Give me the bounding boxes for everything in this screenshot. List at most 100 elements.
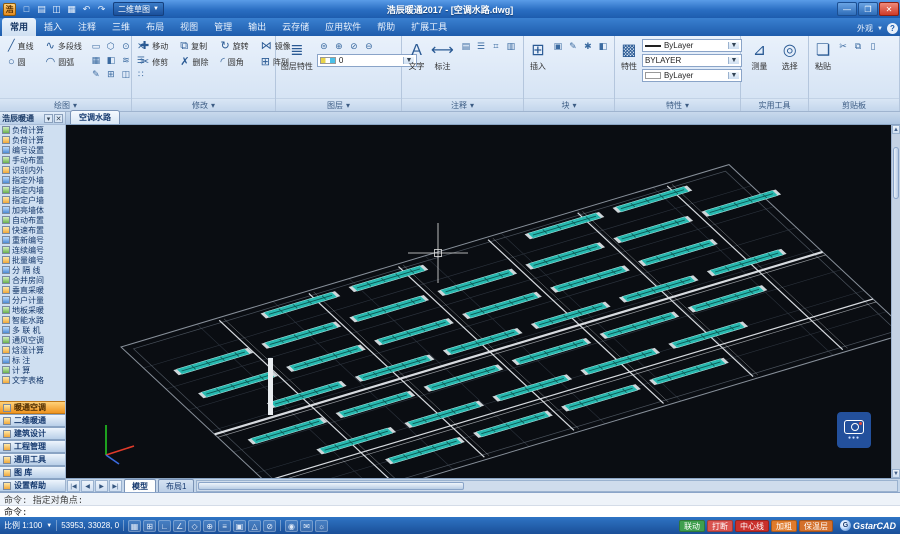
maximize-button[interactable]: ❐: [858, 2, 878, 16]
tool-icon[interactable]: ⊙: [119, 39, 133, 52]
tool-icon[interactable]: ⊘: [347, 39, 361, 52]
status-badge[interactable]: 保温层: [799, 520, 833, 532]
palette-item[interactable]: 分 隔 线: [0, 265, 65, 275]
lock-icon[interactable]: ⊘: [263, 520, 276, 532]
ribbon-panel-label[interactable]: 实用工具: [741, 98, 808, 111]
line-button[interactable]: ╱直线: [5, 39, 37, 54]
menu-tab[interactable]: 插入: [36, 18, 70, 36]
osnap-icon[interactable]: ◇: [188, 520, 201, 532]
open-icon[interactable]: ▤: [34, 2, 49, 16]
rotate-button[interactable]: ↻旋转: [217, 39, 251, 54]
tool-icon[interactable]: ⊕: [332, 39, 346, 52]
tool-icon[interactable]: ≋: [119, 53, 133, 66]
menu-tab[interactable]: 帮助: [369, 18, 403, 36]
save-icon[interactable]: ◫: [49, 2, 64, 16]
palette-item[interactable]: 识别内外: [0, 165, 65, 175]
palette-item[interactable]: 负荷计算: [0, 135, 65, 145]
properties-button[interactable]: ▩特性: [620, 39, 638, 74]
horizontal-scrollbar[interactable]: [196, 480, 898, 492]
tool-icon[interactable]: ✱: [581, 39, 595, 52]
menu-tab[interactable]: 视图: [172, 18, 206, 36]
palette-item[interactable]: 计 算: [0, 365, 65, 375]
move-button[interactable]: ✚移动: [137, 39, 171, 54]
tool-icon[interactable]: ⬡: [104, 39, 118, 52]
layout-nav-icon[interactable]: ▶|: [109, 480, 122, 492]
palette-item[interactable]: 多 联 机: [0, 325, 65, 335]
model-icon[interactable]: ▣: [233, 520, 246, 532]
cad-canvas-svg[interactable]: [66, 125, 891, 478]
polar-icon[interactable]: ∠: [173, 520, 186, 532]
arc-button[interactable]: ◠圆弧: [43, 55, 85, 70]
workspace-dropdown[interactable]: 二维草图 ▼: [113, 2, 164, 16]
tool-icon[interactable]: ▭: [89, 39, 103, 52]
ribbon-panel-label[interactable]: 特性▾: [615, 98, 740, 111]
palette-section[interactable]: 暖通空调: [0, 401, 65, 414]
menu-tab[interactable]: 常用: [2, 18, 36, 36]
tool-icon[interactable]: ⌗: [489, 39, 503, 52]
tool-icon[interactable]: ▦: [89, 53, 103, 66]
status-badge[interactable]: 打断: [707, 520, 733, 532]
sun-icon[interactable]: ☼: [315, 520, 328, 532]
ribbon-panel-label[interactable]: 图层▾: [276, 98, 401, 111]
tool-icon[interactable]: ▯: [866, 39, 880, 52]
palette-item[interactable]: 地板采暖: [0, 305, 65, 315]
layout-tab[interactable]: 布局1: [158, 479, 194, 493]
ribbon-panel-label[interactable]: 修改▾: [132, 98, 275, 111]
tool-icon[interactable]: ▤: [459, 39, 473, 52]
palette-item[interactable]: 指定外墙: [0, 175, 65, 185]
layout-nav-icon[interactable]: |◀: [67, 480, 80, 492]
palette-item[interactable]: 指定户墙: [0, 195, 65, 205]
menu-tab[interactable]: 三维: [104, 18, 138, 36]
appearance-menu[interactable]: 外观: [857, 23, 873, 34]
palette-item[interactable]: 重新编号: [0, 235, 65, 245]
tool-icon[interactable]: ✎: [89, 67, 103, 80]
layout-tab[interactable]: 模型: [124, 479, 156, 493]
lineweight-icon[interactable]: ≡: [218, 520, 231, 532]
dimension-button[interactable]: ⟷标注: [430, 39, 455, 74]
new-icon[interactable]: □: [19, 2, 34, 16]
drawing-canvas[interactable]: ●●●: [66, 125, 891, 478]
tool-icon[interactable]: ✎: [566, 39, 580, 52]
ortho-icon[interactable]: ∟: [158, 520, 171, 532]
tool-icon[interactable]: ⊜: [317, 39, 331, 52]
menu-tab[interactable]: 云存储: [274, 18, 317, 36]
scroll-up-icon[interactable]: ▲: [892, 125, 900, 134]
scale-indicator[interactable]: 比例 1:100: [4, 520, 42, 531]
fillet-button[interactable]: ◜圆角: [217, 55, 251, 70]
palette-item[interactable]: 智能水路: [0, 315, 65, 325]
vertical-scroll-track[interactable]: [892, 134, 900, 469]
palette-item[interactable]: 连续编号: [0, 245, 65, 255]
status-badge[interactable]: 联动: [679, 520, 705, 532]
tool-icon[interactable]: ⊖: [362, 39, 376, 52]
tool-icon[interactable]: ▥: [504, 39, 518, 52]
ribbon-panel-label[interactable]: 剪贴板: [809, 98, 899, 111]
tool-icon[interactable]: ◫: [119, 67, 133, 80]
tool-icon[interactable]: ⊞: [104, 67, 118, 80]
palette-item[interactable]: 自动布置: [0, 215, 65, 225]
grid-icon[interactable]: ⊞: [143, 520, 156, 532]
palette-item[interactable]: 手动布置: [0, 155, 65, 165]
app-icon[interactable]: 浩: [3, 3, 16, 16]
tool-icon[interactable]: ◧: [104, 53, 118, 66]
pin-icon[interactable]: ▾: [44, 114, 53, 123]
palette-section[interactable]: 二维暖通: [0, 414, 65, 427]
palette-item[interactable]: 快速布置: [0, 225, 65, 235]
palette-section[interactable]: 建筑设计: [0, 427, 65, 440]
tool-icon[interactable]: ⧉: [851, 39, 865, 52]
measure-button[interactable]: ⊿测量: [746, 39, 772, 74]
palette-section[interactable]: 图 库: [0, 466, 65, 479]
circle-button[interactable]: ○圆: [5, 55, 37, 70]
erase-button[interactable]: ✗删除: [177, 55, 211, 70]
palette-item[interactable]: 文字表格: [0, 375, 65, 385]
menu-tab[interactable]: 管理: [206, 18, 240, 36]
menu-tab[interactable]: 注释: [70, 18, 104, 36]
palette-item[interactable]: 通风空调: [0, 335, 65, 345]
palette-section[interactable]: 设置帮助: [0, 479, 65, 492]
close-icon[interactable]: ✕: [54, 114, 63, 123]
vertical-scroll-thumb[interactable]: [893, 147, 899, 199]
layer-properties-button[interactable]: ≣图层特性: [281, 39, 313, 74]
print-icon[interactable]: ▦: [64, 2, 79, 16]
dyn-icon[interactable]: ⊕: [203, 520, 216, 532]
horizontal-scroll-thumb[interactable]: [198, 482, 464, 490]
copy-button[interactable]: ⧉复制: [177, 39, 211, 54]
